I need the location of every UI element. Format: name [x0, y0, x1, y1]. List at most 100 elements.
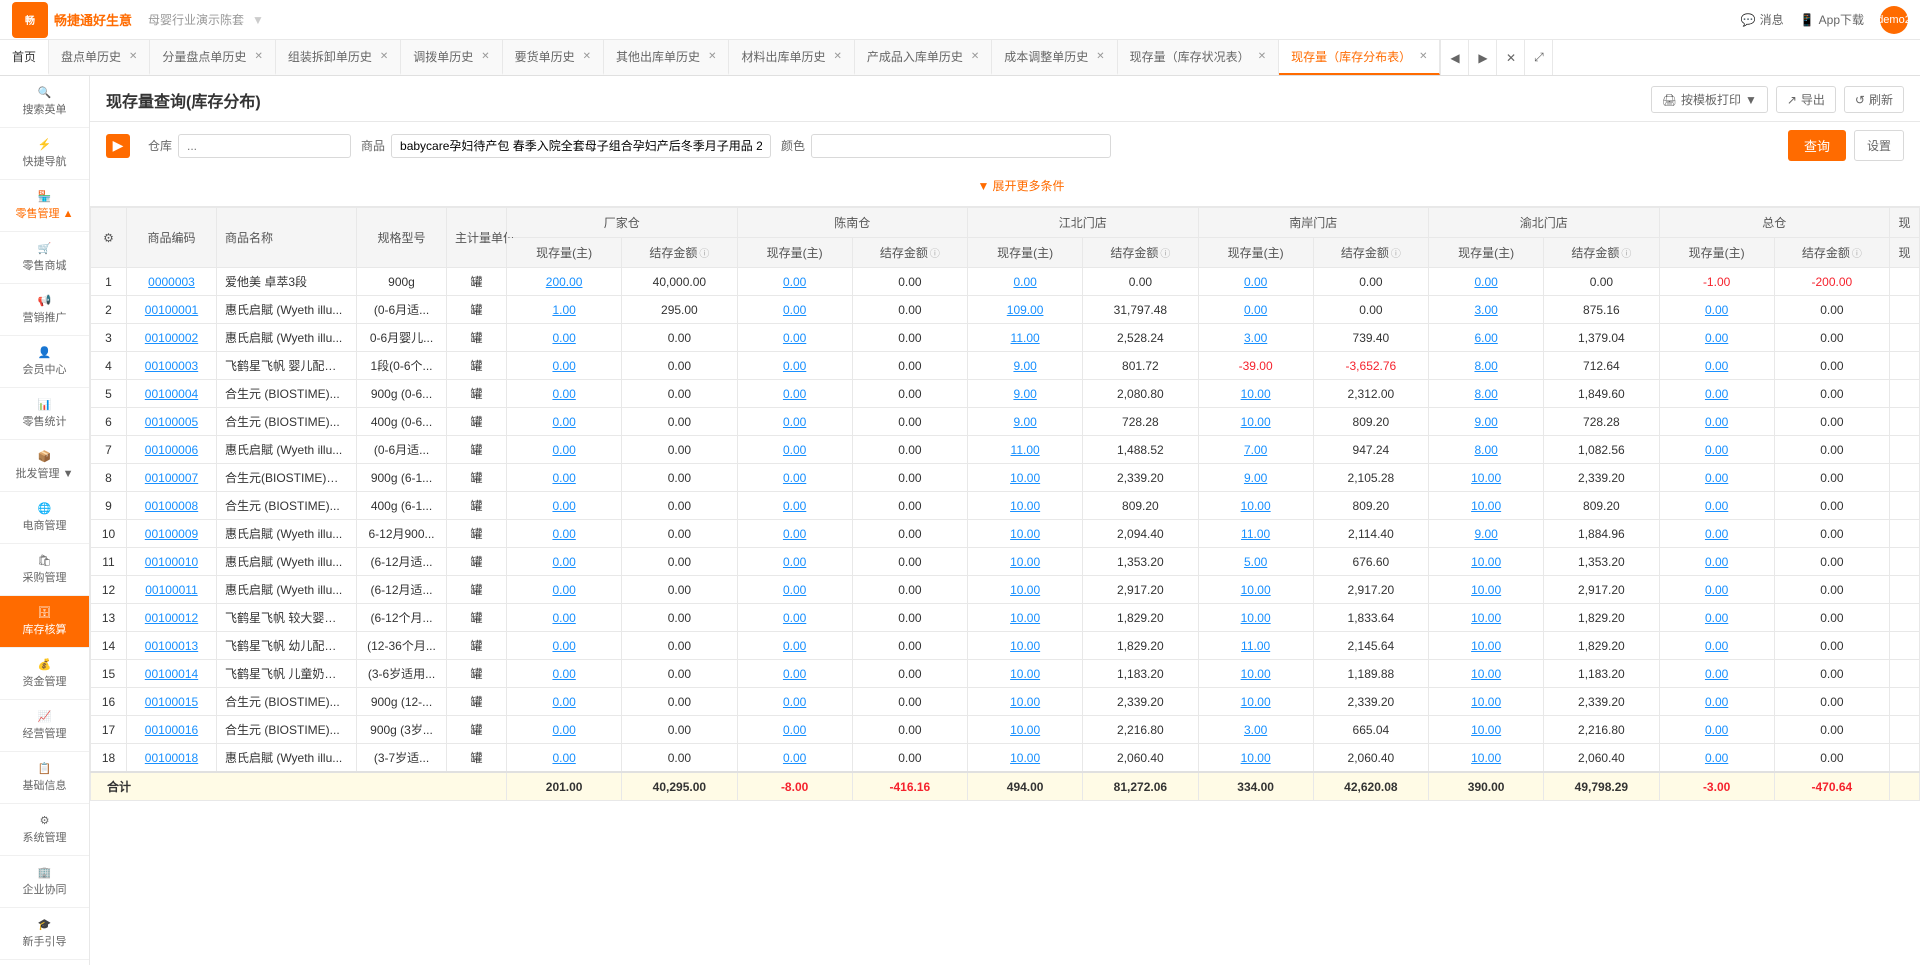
- nanan-stock-link[interactable]: 0.00: [1244, 275, 1267, 289]
- nanan-stock-link[interactable]: 11.00: [1241, 527, 1270, 541]
- sidebar-item-member[interactable]: 👤 会员中心: [0, 336, 89, 388]
- total-stock-link[interactable]: 0.00: [1705, 443, 1728, 457]
- nanan-stock-link[interactable]: 10.00: [1241, 583, 1271, 597]
- sidebar-item-ops[interactable]: 📈 经营管理: [0, 700, 89, 752]
- setting-button[interactable]: 设置: [1854, 130, 1904, 161]
- code-link[interactable]: 00100016: [145, 723, 198, 737]
- total-stock-link[interactable]: 0.00: [1705, 667, 1728, 681]
- code-link[interactable]: 00100010: [145, 555, 198, 569]
- factory-stock-link[interactable]: 0.00: [552, 751, 575, 765]
- sidebar-item-finance[interactable]: 💰 资金管理: [0, 648, 89, 700]
- total-stock-link[interactable]: 0.00: [1705, 611, 1728, 625]
- code-link[interactable]: 00100001: [145, 303, 198, 317]
- nanan-stock-link[interactable]: 7.00: [1244, 443, 1267, 457]
- sidebar-item-purchase[interactable]: 🛍 采购管理: [0, 544, 89, 596]
- factory-stock-link[interactable]: 0.00: [552, 443, 575, 457]
- tab-material-out[interactable]: 材料出库单历史 ✕: [729, 40, 854, 75]
- chennan-stock-link[interactable]: 0.00: [783, 639, 806, 653]
- sidebar-item-base[interactable]: 📋 基础信息: [0, 752, 89, 804]
- tab-nav-expand[interactable]: ⤢: [1525, 40, 1553, 76]
- chennan-stock-link[interactable]: 0.00: [783, 723, 806, 737]
- code-link[interactable]: 00100008: [145, 499, 198, 513]
- yubei-stock-link[interactable]: 9.00: [1474, 527, 1497, 541]
- code-link[interactable]: 00100011: [145, 583, 198, 597]
- code-link[interactable]: 0000003: [148, 275, 195, 289]
- export-button[interactable]: ↗ 导出: [1776, 86, 1836, 113]
- tab-other-out[interactable]: 其他出库单历史 ✕: [604, 40, 729, 75]
- tab-order[interactable]: 要货单历史 ✕: [503, 40, 604, 75]
- tab-cost-adjust[interactable]: 成本调整单历史 ✕: [992, 40, 1117, 75]
- nanan-stock-link[interactable]: 5.00: [1244, 555, 1267, 569]
- expand-btn[interactable]: ▼ 展开更多条件: [978, 177, 1065, 194]
- print-button[interactable]: 🖨 按模板打印 ▼: [1651, 86, 1768, 113]
- tab-stock-dist[interactable]: 现存量（库存分布表） ✕: [1279, 40, 1440, 75]
- factory-stock-link[interactable]: 1.00: [552, 303, 575, 317]
- total-stock-link[interactable]: 0.00: [1705, 471, 1728, 485]
- factory-stock-link[interactable]: 200.00: [546, 275, 583, 289]
- factory-stock-link[interactable]: 0.00: [552, 723, 575, 737]
- nanan-stock-link[interactable]: 9.00: [1244, 471, 1267, 485]
- chennan-stock-link[interactable]: 0.00: [783, 527, 806, 541]
- factory-stock-link[interactable]: 0.00: [552, 471, 575, 485]
- code-link[interactable]: 00100003: [145, 359, 198, 373]
- yubei-stock-link[interactable]: 0.00: [1474, 275, 1497, 289]
- close-icon[interactable]: ✕: [1096, 51, 1104, 62]
- close-icon[interactable]: ✕: [1419, 51, 1427, 62]
- close-icon[interactable]: ✕: [971, 51, 979, 62]
- code-link[interactable]: 00100005: [145, 415, 198, 429]
- total-stock-link[interactable]: 0.00: [1705, 639, 1728, 653]
- factory-stock-link[interactable]: 0.00: [552, 331, 575, 345]
- chennan-stock-link[interactable]: 0.00: [783, 499, 806, 513]
- jiangbei-stock-link[interactable]: 10.00: [1010, 499, 1040, 513]
- total-stock-link[interactable]: 0.00: [1705, 387, 1728, 401]
- code-link[interactable]: 00100015: [145, 695, 198, 709]
- chennan-stock-link[interactable]: 0.00: [783, 387, 806, 401]
- total-stock-link[interactable]: 0.00: [1705, 499, 1728, 513]
- yubei-stock-link[interactable]: 6.00: [1474, 331, 1497, 345]
- yubei-stock-link[interactable]: 10.00: [1471, 751, 1501, 765]
- jiangbei-stock-link[interactable]: 10.00: [1010, 611, 1040, 625]
- nanan-stock-link[interactable]: 10.00: [1241, 667, 1271, 681]
- factory-stock-link[interactable]: 0.00: [552, 387, 575, 401]
- code-link[interactable]: 00100006: [145, 443, 198, 457]
- jiangbei-stock-link[interactable]: 9.00: [1013, 415, 1036, 429]
- yubei-stock-link[interactable]: 10.00: [1471, 611, 1501, 625]
- jiangbei-stock-link[interactable]: 10.00: [1010, 639, 1040, 653]
- jiangbei-stock-link[interactable]: 10.00: [1010, 667, 1040, 681]
- filter-toggle-btn[interactable]: ▶: [106, 134, 130, 158]
- code-link[interactable]: 00100002: [145, 331, 198, 345]
- jiangbei-stock-link[interactable]: 10.00: [1010, 471, 1040, 485]
- sidebar-item-enterprise[interactable]: 🏢 企业协同: [0, 856, 89, 908]
- total-stock-link[interactable]: 0.00: [1705, 415, 1728, 429]
- factory-stock-link[interactable]: 0.00: [552, 667, 575, 681]
- total-stock-link[interactable]: 0.00: [1705, 723, 1728, 737]
- sidebar-item-search[interactable]: 🔍 搜索英单: [0, 76, 89, 128]
- yubei-stock-link[interactable]: 3.00: [1474, 303, 1497, 317]
- nanan-stock-link[interactable]: 10.00: [1241, 611, 1271, 625]
- jiangbei-stock-link[interactable]: 9.00: [1013, 359, 1036, 373]
- chennan-stock-link[interactable]: 0.00: [783, 695, 806, 709]
- factory-stock-link[interactable]: 0.00: [552, 359, 575, 373]
- info-icon[interactable]: ⓘ: [1391, 249, 1401, 260]
- chennan-stock-link[interactable]: 0.00: [783, 303, 806, 317]
- factory-stock-link[interactable]: 0.00: [552, 639, 575, 653]
- chennan-stock-link[interactable]: 0.00: [783, 415, 806, 429]
- sidebar-item-system[interactable]: ⚙ 系统管理: [0, 804, 89, 856]
- tab-inventory-split[interactable]: 分量盘点单历史 ✕: [150, 40, 275, 75]
- yubei-stock-link[interactable]: 8.00: [1474, 359, 1497, 373]
- info-icon[interactable]: ⓘ: [1852, 249, 1862, 260]
- total-stock-link[interactable]: 0.00: [1705, 751, 1728, 765]
- jiangbei-stock-link[interactable]: 11.00: [1011, 331, 1040, 345]
- color-input[interactable]: [811, 134, 1111, 158]
- total-stock-link[interactable]: 0.00: [1705, 695, 1728, 709]
- close-icon[interactable]: ✕: [1258, 51, 1266, 62]
- sidebar-item-retail-stats[interactable]: 📊 零售统计: [0, 388, 89, 440]
- tab-nav-next[interactable]: ▶: [1469, 40, 1497, 76]
- tab-inventory-single[interactable]: 盘点单历史 ✕: [49, 40, 150, 75]
- code-link[interactable]: 00100007: [145, 471, 198, 485]
- code-link[interactable]: 00100013: [145, 639, 198, 653]
- yubei-stock-link[interactable]: 10.00: [1471, 639, 1501, 653]
- jiangbei-stock-link[interactable]: 10.00: [1010, 695, 1040, 709]
- tab-home[interactable]: 首页: [0, 40, 49, 75]
- jiangbei-stock-link[interactable]: 9.00: [1013, 387, 1036, 401]
